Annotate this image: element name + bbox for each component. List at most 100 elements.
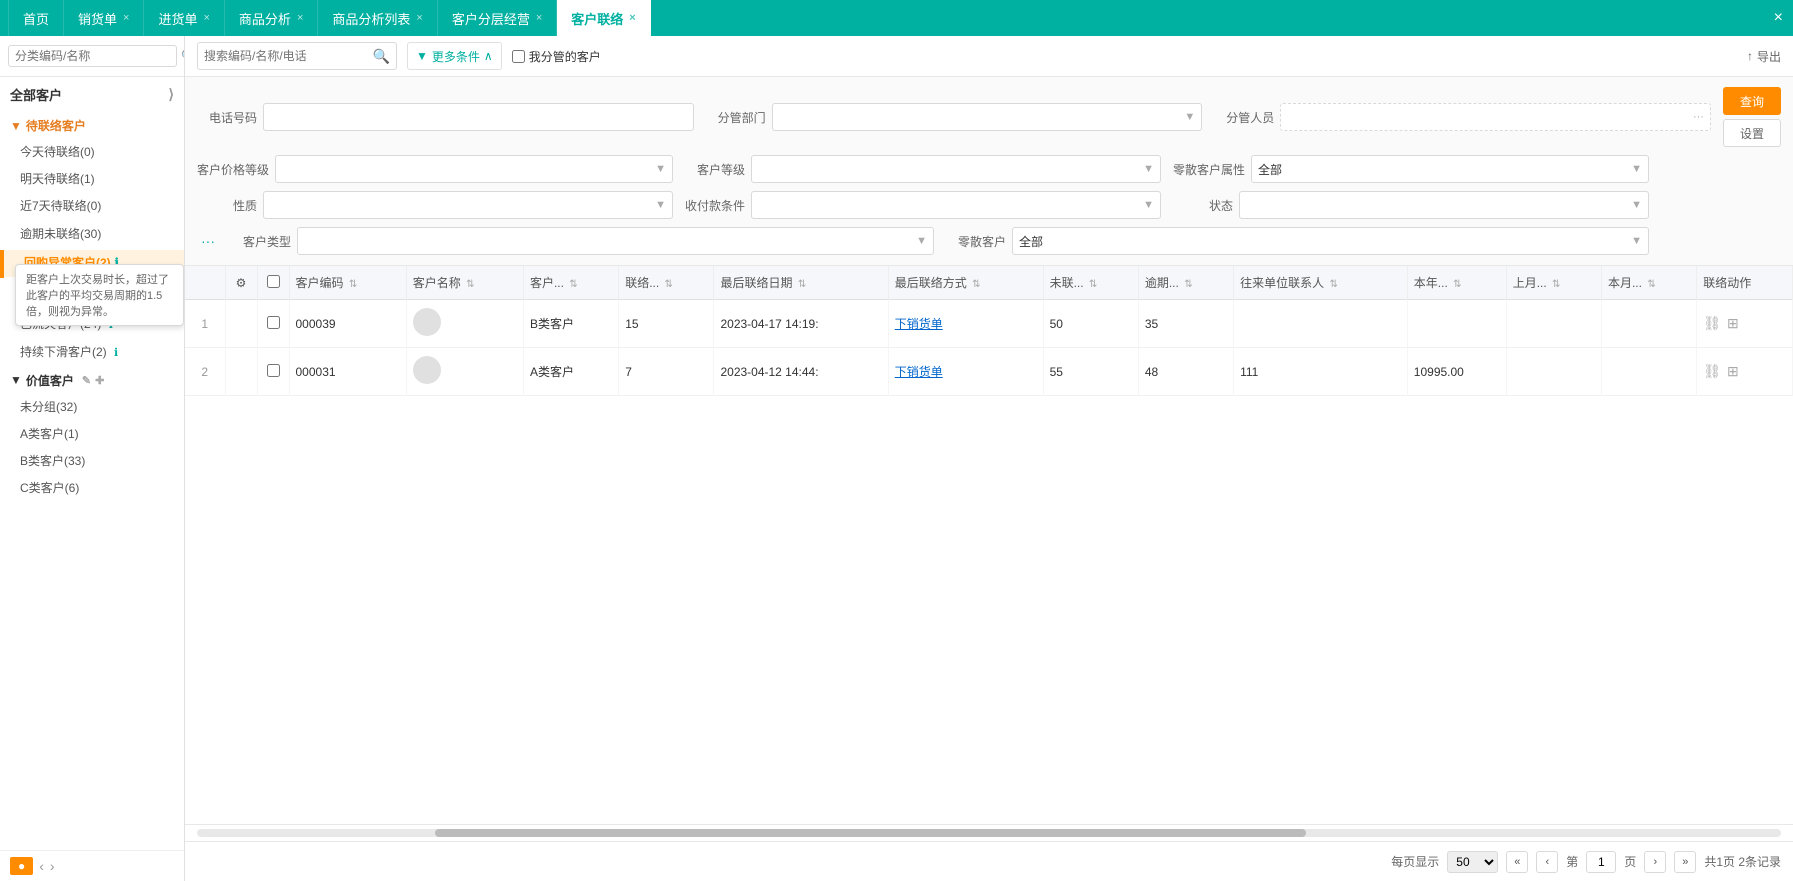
col-this-month[interactable]: 本月... ⇅ <box>1601 266 1696 300</box>
row-checkbox-1[interactable] <box>257 300 289 348</box>
sidebar-arrow-left[interactable]: ‹ <box>39 858 44 874</box>
row-last-contact-date-2: 2023-04-12 14:44: <box>714 348 888 396</box>
col-last-contact-date[interactable]: 最后联络日期 ⇅ <box>714 266 888 300</box>
customer-type-select[interactable]: ▼ <box>297 227 934 255</box>
sidebar-pending-group[interactable]: ▼ 待联络客户 <box>0 112 184 139</box>
close-product-analysis-list-icon[interactable]: × <box>416 12 422 24</box>
sidebar-search-input[interactable] <box>8 45 177 67</box>
nav-purchase-order[interactable]: 进货单 × <box>144 0 224 36</box>
col-checkbox[interactable] <box>257 266 289 300</box>
col-overdue[interactable]: 逾期... ⇅ <box>1138 266 1233 300</box>
sidebar-item-7days-pending[interactable]: 近7天待联络(0) <box>0 193 184 220</box>
col-last-contact-way[interactable]: 最后联络方式 ⇅ <box>888 266 1043 300</box>
close-all-tabs-button[interactable]: × <box>1774 9 1783 27</box>
row-num-2: 2 <box>185 348 225 396</box>
row-select-checkbox-1[interactable] <box>267 316 280 329</box>
payment-terms-select[interactable]: ▼ <box>751 191 1161 219</box>
filter-manager: 分管人员 ··· <box>1214 103 1711 131</box>
row-this-year-2: 10995.00 <box>1407 348 1506 396</box>
add-icon[interactable]: ✚ <box>95 374 104 387</box>
close-product-analysis-icon[interactable]: × <box>297 12 303 24</box>
link-action-icon-1[interactable]: ⛓ <box>1703 315 1721 332</box>
customer-level-select[interactable]: ▼ <box>751 155 1161 183</box>
col-code[interactable]: 客户编码 ⇅ <box>289 266 406 300</box>
row-settings-1 <box>225 300 257 348</box>
nav-customer-contact[interactable]: 客户联络 × <box>557 0 650 36</box>
retail-attr-select[interactable]: 全部 ▼ <box>1251 155 1649 183</box>
export-button[interactable]: ↑ 导出 <box>1747 48 1781 65</box>
col-contact-person[interactable]: 往来单位联系人 ⇅ <box>1234 266 1408 300</box>
col-this-year[interactable]: 本年... ⇅ <box>1407 266 1506 300</box>
query-button[interactable]: 查询 <box>1723 87 1781 115</box>
col-contact-count[interactable]: 联络... ⇅ <box>619 266 714 300</box>
sidebar-item-today-pending[interactable]: 今天待联络(0) <box>0 139 184 166</box>
per-page-label: 每页显示 <box>1391 853 1439 870</box>
next-page-button[interactable]: › <box>1644 851 1666 873</box>
close-sales-order-icon[interactable]: × <box>123 12 129 24</box>
nature-select[interactable]: ▼ <box>263 191 673 219</box>
sidebar-arrow-right[interactable]: › <box>50 858 55 874</box>
col-unlink-days[interactable]: 未联... ⇅ <box>1043 266 1138 300</box>
row-last-contact-way-1[interactable]: 下销货单 <box>888 300 1043 348</box>
more-conditions-button[interactable]: ▼ 更多条件 ∧ <box>407 42 502 70</box>
row-code-1: 000039 <box>289 300 406 348</box>
row-checkbox-2[interactable] <box>257 348 289 396</box>
edit-icon[interactable]: ✎ <box>82 374 91 387</box>
close-customer-segment-icon[interactable]: × <box>536 12 542 24</box>
phone-input[interactable] <box>263 103 694 131</box>
ellipsis-button[interactable]: ··· <box>197 233 219 249</box>
last-page-button[interactable]: » <box>1674 851 1696 873</box>
sidebar-item-declining[interactable]: 持续下滑客户(2) ℹ <box>0 339 184 367</box>
sidebar-collapse-icon[interactable]: ⟩ <box>169 86 174 103</box>
sidebar-item-overdue-pending[interactable]: 逾期未联络(30) <box>0 221 184 248</box>
department-select[interactable]: ▼ <box>772 103 1203 131</box>
row-select-checkbox-2[interactable] <box>267 364 280 377</box>
prev-page-button[interactable]: ‹ <box>1536 851 1558 873</box>
settings-button[interactable]: 设置 <box>1723 119 1781 147</box>
price-level-select[interactable]: ▼ <box>275 155 673 183</box>
my-customers-checkbox[interactable] <box>512 50 525 63</box>
row-last-contact-way-2[interactable]: 下销货单 <box>888 348 1043 396</box>
filter-search-input[interactable] <box>204 49 373 63</box>
sidebar-item-tomorrow-pending[interactable]: 明天待联络(1) <box>0 166 184 193</box>
sidebar-value-customer-group[interactable]: ▼ 价值客户 ✎ ✚ <box>0 367 184 394</box>
sidebar-item-class-c[interactable]: C类客户(6) <box>0 475 184 502</box>
scrollbar-thumb[interactable] <box>435 829 1306 837</box>
per-page-select[interactable]: 50 20 100 <box>1447 851 1498 873</box>
nav-home[interactable]: 首页 <box>8 0 64 36</box>
sidebar-search-icon[interactable]: 🔍 <box>181 44 185 68</box>
filter-phone: 电话号码 <box>197 103 694 131</box>
page-number-input[interactable] <box>1586 851 1616 873</box>
manager-input-dotted[interactable]: ··· <box>1280 103 1711 131</box>
col-settings[interactable]: ⚙ <box>225 266 257 300</box>
grid-action-icon-1[interactable]: ⊞ <box>1727 315 1739 332</box>
close-customer-contact-icon[interactable]: × <box>629 12 635 24</box>
nav-product-analysis-list[interactable]: 商品分析列表 × <box>318 0 437 36</box>
nav-sales-order[interactable]: 销货单 × <box>64 0 144 36</box>
close-purchase-order-icon[interactable]: × <box>203 12 209 24</box>
status-select[interactable]: ▼ <box>1239 191 1649 219</box>
pagination-bar: 每页显示 50 20 100 « ‹ 第 页 › » 共1页 2条记录 <box>185 841 1793 881</box>
table-header-row: ⚙ 客户编码 ⇅ 客户名称 ⇅ 客户... ⇅ 联络... ⇅ 最后联络日期 ⇅… <box>185 266 1793 300</box>
first-page-button[interactable]: « <box>1506 851 1528 873</box>
grid-action-icon-2[interactable]: ⊞ <box>1727 363 1739 380</box>
horizontal-scrollbar[interactable] <box>197 829 1781 837</box>
col-name[interactable]: 客户名称 ⇅ <box>406 266 523 300</box>
select-all-checkbox[interactable] <box>267 275 280 288</box>
col-last-month[interactable]: 上月... ⇅ <box>1506 266 1601 300</box>
retail-customer-select[interactable]: 全部 ▼ <box>1012 227 1649 255</box>
filter-row-1: 电话号码 分管部门 ▼ 分管人员 ··· 查询 设置 <box>197 87 1781 147</box>
filter-search-icon[interactable]: 🔍 <box>373 48 390 65</box>
col-type[interactable]: 客户... ⇅ <box>523 266 618 300</box>
sidebar-item-class-b[interactable]: B类客户(33) <box>0 448 184 475</box>
link-action-icon-2[interactable]: ⛓ <box>1703 363 1721 380</box>
my-customers-checkbox-label[interactable]: 我分管的客户 <box>512 48 601 65</box>
customer-avatar-1 <box>413 308 441 336</box>
manager-dots-icon: ··· <box>1693 111 1704 123</box>
sidebar: 🔍 全部客户 ⟩ ▼ 待联络客户 今天待联络(0) 明天待联络(1) 近7天待联… <box>0 36 185 881</box>
row-num-1: 1 <box>185 300 225 348</box>
nav-customer-segment[interactable]: 客户分层经营 × <box>438 0 557 36</box>
sidebar-item-ungrouped[interactable]: 未分组(32) <box>0 394 184 421</box>
nav-product-analysis[interactable]: 商品分析 × <box>225 0 318 36</box>
sidebar-item-class-a[interactable]: A类客户(1) <box>0 421 184 448</box>
